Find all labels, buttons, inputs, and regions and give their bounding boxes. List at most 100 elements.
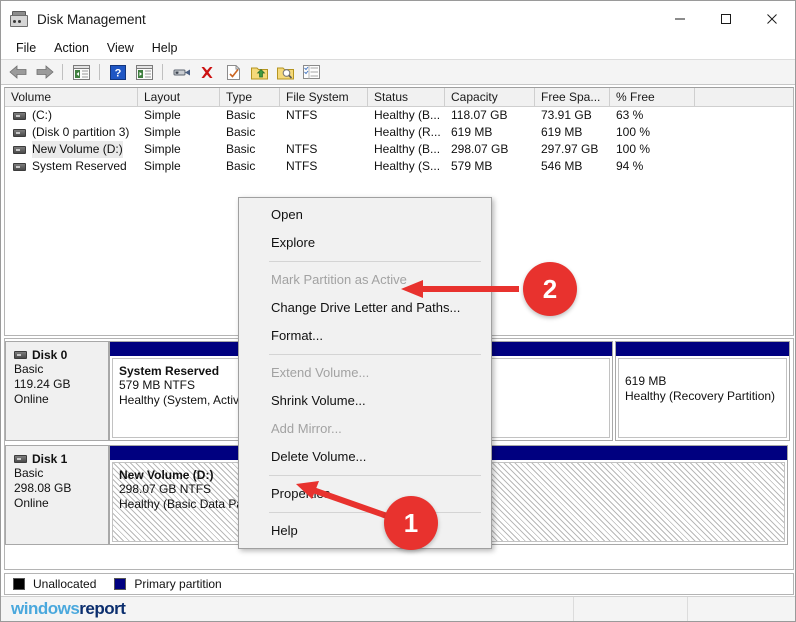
context-menu-separator [269, 354, 481, 355]
maximize-button[interactable] [703, 1, 749, 37]
column-header-volume[interactable]: Volume [5, 88, 138, 106]
layout-cell: Simple [138, 141, 220, 158]
column-header-status[interactable]: Status [368, 88, 445, 106]
menu-view[interactable]: View [98, 38, 143, 58]
forward-icon[interactable] [32, 61, 56, 83]
svg-text:?: ? [115, 67, 122, 79]
toolbar-separator [99, 64, 100, 80]
menu-file[interactable]: File [7, 38, 45, 58]
context-menu-item-help[interactable]: Help [239, 517, 491, 545]
legend-swatch-primary-partition [114, 578, 126, 590]
legend-swatch-unallocated [13, 578, 25, 590]
column-header-layout[interactable]: Layout [138, 88, 220, 106]
context-menu-item-shrink-volume[interactable]: Shrink Volume... [239, 387, 491, 415]
capacity-cell: 118.07 GB [445, 107, 535, 124]
export-list-icon[interactable] [247, 61, 271, 83]
show-hide-action-pane-icon[interactable] [132, 61, 156, 83]
context-menu-separator [269, 475, 481, 476]
type-cell: Basic [220, 107, 280, 124]
volume-cell: (Disk 0 partition 3) [5, 124, 138, 141]
show-hide-console-tree-icon[interactable] [69, 61, 93, 83]
disk-name-label: Disk 0 [32, 348, 67, 362]
status-cell: Healthy (B... [368, 107, 445, 124]
disk-info-disk-0[interactable]: Disk 0 Basic 119.24 GB Online [5, 341, 109, 441]
search-icon[interactable] [273, 61, 297, 83]
disk-state-label: Online [14, 392, 108, 407]
percent-free-cell: 94 % [610, 158, 695, 175]
watermark: windowsreport [11, 599, 125, 619]
toolbar: ? [1, 59, 795, 85]
volume-cell: New Volume (D:) [5, 141, 138, 158]
context-menu: Open Explore Mark Partition as Active Ch… [238, 197, 492, 549]
type-cell: Basic [220, 124, 280, 141]
context-menu-item-open[interactable]: Open [239, 201, 491, 229]
table-row[interactable]: (Disk 0 partition 3) Simple Basic Health… [5, 124, 793, 141]
context-menu-item-add-mirror: Add Mirror... [239, 415, 491, 443]
free-space-cell: 546 MB [535, 158, 610, 175]
disk-name-label: Disk 1 [32, 452, 67, 466]
volume-cell: (C:) [5, 107, 138, 124]
disk-type-label: Basic [14, 362, 108, 377]
capacity-cell: 579 MB [445, 158, 535, 175]
capacity-cell: 619 MB [445, 124, 535, 141]
file-system-cell: NTFS [280, 158, 368, 175]
context-menu-separator [269, 512, 481, 513]
legend-bar: Unallocated Primary partition [4, 573, 794, 595]
toolbar-separator [62, 64, 63, 80]
watermark-part2: report [79, 599, 125, 618]
back-icon[interactable] [6, 61, 30, 83]
disk-size-label: 119.24 GB [14, 377, 108, 392]
volume-list-header: Volume Layout Type File System Status Ca… [5, 88, 793, 107]
type-cell: Basic [220, 158, 280, 175]
status-cell: Healthy (R... [368, 124, 445, 141]
context-menu-separator [269, 261, 481, 262]
properties-icon[interactable] [221, 61, 245, 83]
disk-info-disk-1[interactable]: Disk 1 Basic 298.08 GB Online [5, 445, 109, 545]
volume-label: New Volume (D:) [32, 141, 123, 158]
menu-action[interactable]: Action [45, 38, 98, 58]
watermark-part1: windows [11, 599, 79, 618]
table-row[interactable]: (C:) Simple Basic NTFS Healthy (B... 118… [5, 107, 793, 124]
layout-cell: Simple [138, 124, 220, 141]
minimize-button[interactable] [657, 1, 703, 37]
column-header-file-system[interactable]: File System [280, 88, 368, 106]
partition-details: 619 MB Healthy (Recovery Partition) [618, 358, 787, 438]
disk-management-window: Disk Management File Action View Help [0, 0, 796, 622]
close-button[interactable] [749, 1, 795, 37]
partition-recovery[interactable]: 619 MB Healthy (Recovery Partition) [615, 341, 790, 441]
column-header-percent-free[interactable]: % Free [610, 88, 695, 106]
context-menu-item-format[interactable]: Format... [239, 322, 491, 350]
table-row[interactable]: New Volume (D:) Simple Basic NTFS Health… [5, 141, 793, 158]
status-cell: Healthy (B... [368, 141, 445, 158]
column-header-blank[interactable] [695, 88, 793, 106]
volume-label: System Reserved [32, 158, 127, 175]
context-menu-item-delete-volume[interactable]: Delete Volume... [239, 443, 491, 471]
column-header-capacity[interactable]: Capacity [445, 88, 535, 106]
drive-icon [13, 146, 26, 154]
toolbar-separator [162, 64, 163, 80]
menu-bar: File Action View Help [1, 37, 795, 59]
partition-color-bar [616, 342, 789, 356]
column-header-type[interactable]: Type [220, 88, 280, 106]
volume-cell: System Reserved [5, 158, 138, 175]
column-header-free-space[interactable]: Free Spa... [535, 88, 610, 106]
status-cell: Healthy (S... [368, 158, 445, 175]
help-icon[interactable]: ? [106, 61, 130, 83]
delete-icon[interactable] [195, 61, 219, 83]
menu-help[interactable]: Help [143, 38, 187, 58]
context-menu-item-mark-partition-as-active: Mark Partition as Active [239, 266, 491, 294]
type-cell: Basic [220, 141, 280, 158]
details-icon[interactable] [299, 61, 323, 83]
annotation-badge-2: 2 [523, 262, 577, 316]
partition-status: Healthy (Recovery Partition) [625, 389, 786, 404]
context-menu-item-change-drive-letter-and-paths[interactable]: Change Drive Letter and Paths... [239, 294, 491, 322]
disk-title: Disk 0 [14, 348, 108, 362]
context-menu-item-explore[interactable]: Explore [239, 229, 491, 257]
disk-icon [14, 455, 27, 463]
rescan-disks-icon[interactable] [169, 61, 193, 83]
free-space-cell: 297.97 GB [535, 141, 610, 158]
capacity-cell: 298.07 GB [445, 141, 535, 158]
table-row[interactable]: System Reserved Simple Basic NTFS Health… [5, 158, 793, 175]
percent-free-cell: 100 % [610, 141, 695, 158]
context-menu-item-properties[interactable]: Properties [239, 480, 491, 508]
